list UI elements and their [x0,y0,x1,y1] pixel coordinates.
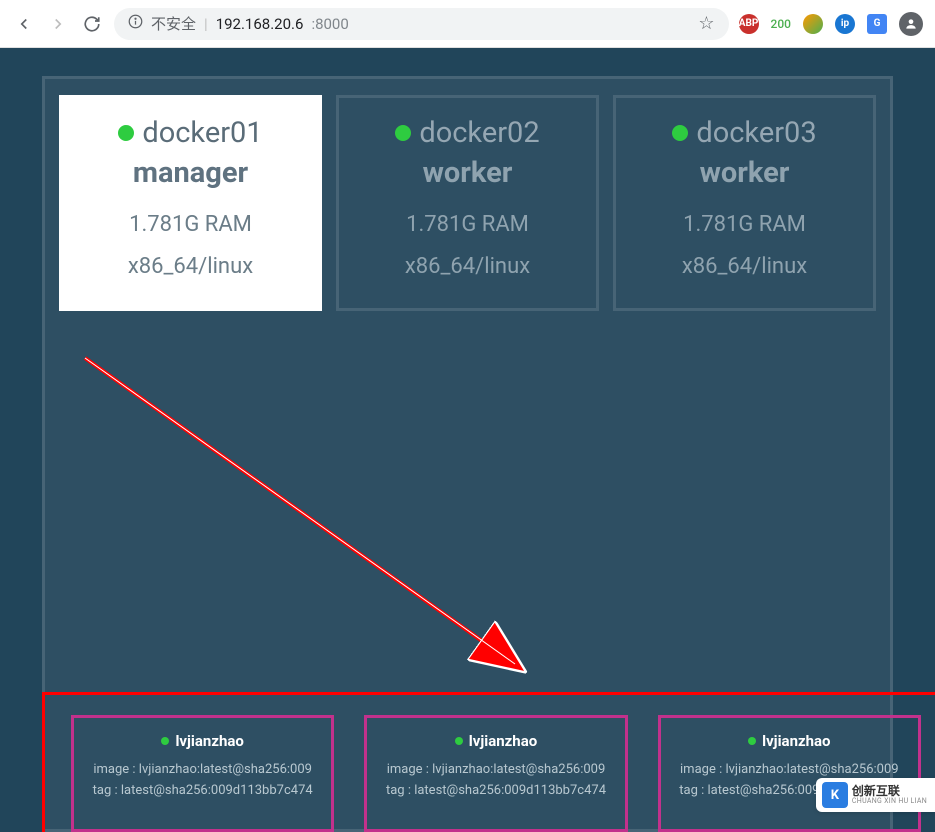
node-ram: 1.781G RAM [347,204,588,246]
node-info: 1.781G RAM x86_64/linux [624,204,865,288]
watermark-logo-icon: K [822,782,848,808]
node-ram: 1.781G RAM [70,204,311,246]
adblock-icon[interactable]: ABP [739,14,759,34]
status-dot-icon [748,737,756,745]
container-image: image : lvjianzhao:latest@sha256:009 [78,762,327,777]
reload-button[interactable] [80,12,104,36]
page-content: docker01 manager 1.781G RAM x86_64/linux… [0,48,935,832]
ip-extension-icon[interactable]: ip [835,14,855,34]
container-card[interactable]: lvjianzhao image : lvjianzhao:latest@sha… [364,715,627,832]
profile-avatar[interactable] [899,12,923,36]
watermark-text: 创新互联 CHUANG XIN HU LIAN [852,785,927,806]
adblock-count: 200 [771,17,791,31]
status-dot-icon [118,125,134,141]
node-ram: 1.781G RAM [624,204,865,246]
status-dot-icon [455,737,463,745]
node-role: manager [70,156,311,190]
back-button[interactable] [12,12,36,36]
watermark-cn: 创新互联 [852,785,927,798]
container-name: lvjianzhao [175,732,243,750]
status-dot-icon [672,125,688,141]
container-name: lvjianzhao [762,732,830,750]
container-highlight-box: lvjianzhao image : lvjianzhao:latest@sha… [42,692,935,832]
status-dot-icon [161,737,169,745]
forward-button[interactable] [46,12,70,36]
nodes-row: docker01 manager 1.781G RAM x86_64/linux… [59,95,876,311]
node-arch: x86_64/linux [70,246,311,288]
address-separator: | [204,15,208,33]
container-title: lvjianzhao [78,732,327,750]
status-dot-icon [395,125,411,141]
node-card-docker01[interactable]: docker01 manager 1.781G RAM x86_64/linux [59,95,322,311]
node-arch: x86_64/linux [624,246,865,288]
address-bar[interactable]: 不安全 | 192.168.20.6 :8000 ☆ [114,8,729,40]
info-icon [128,14,143,33]
node-name: docker02 [419,116,539,150]
node-role: worker [347,156,588,190]
container-card[interactable]: lvjianzhao image : lvjianzhao:latest@sha… [71,715,334,832]
node-title: docker03 [624,116,865,150]
watermark: K 创新互联 CHUANG XIN HU LIAN [816,778,935,812]
extension-icons: ABP 200 ip G [739,12,923,36]
url-host: 192.168.20.6 [216,15,304,33]
node-info: 1.781G RAM x86_64/linux [347,204,588,288]
google-translate-icon[interactable]: G [867,14,887,34]
node-card-docker03[interactable]: docker03 worker 1.781G RAM x86_64/linux [613,95,876,311]
node-arch: x86_64/linux [347,246,588,288]
browser-toolbar: 不安全 | 192.168.20.6 :8000 ☆ ABP 200 ip G [0,0,935,48]
avast-icon[interactable] [803,14,823,34]
node-info: 1.781G RAM x86_64/linux [70,204,311,288]
container-tag: tag : latest@sha256:009d113bb7c474 [78,783,327,798]
watermark-en: CHUANG XIN HU LIAN [852,798,927,806]
node-card-docker02[interactable]: docker02 worker 1.781G RAM x86_64/linux [336,95,599,311]
container-image: image : lvjianzhao:latest@sha256:009 [665,762,914,777]
node-name: docker03 [696,116,816,150]
url-port: :8000 [311,15,348,33]
node-role: worker [624,156,865,190]
container-image: image : lvjianzhao:latest@sha256:009 [371,762,620,777]
container-tag: tag : latest@sha256:009d113bb7c474 [371,783,620,798]
security-label: 不安全 [151,13,196,34]
container-title: lvjianzhao [371,732,620,750]
node-title: docker01 [70,116,311,150]
container-card[interactable]: lvjianzhao image : lvjianzhao:latest@sha… [658,715,921,832]
node-name: docker01 [142,116,262,150]
node-title: docker02 [347,116,588,150]
container-title: lvjianzhao [665,732,914,750]
bookmark-star-icon[interactable]: ☆ [698,13,714,34]
container-name: lvjianzhao [469,732,537,750]
